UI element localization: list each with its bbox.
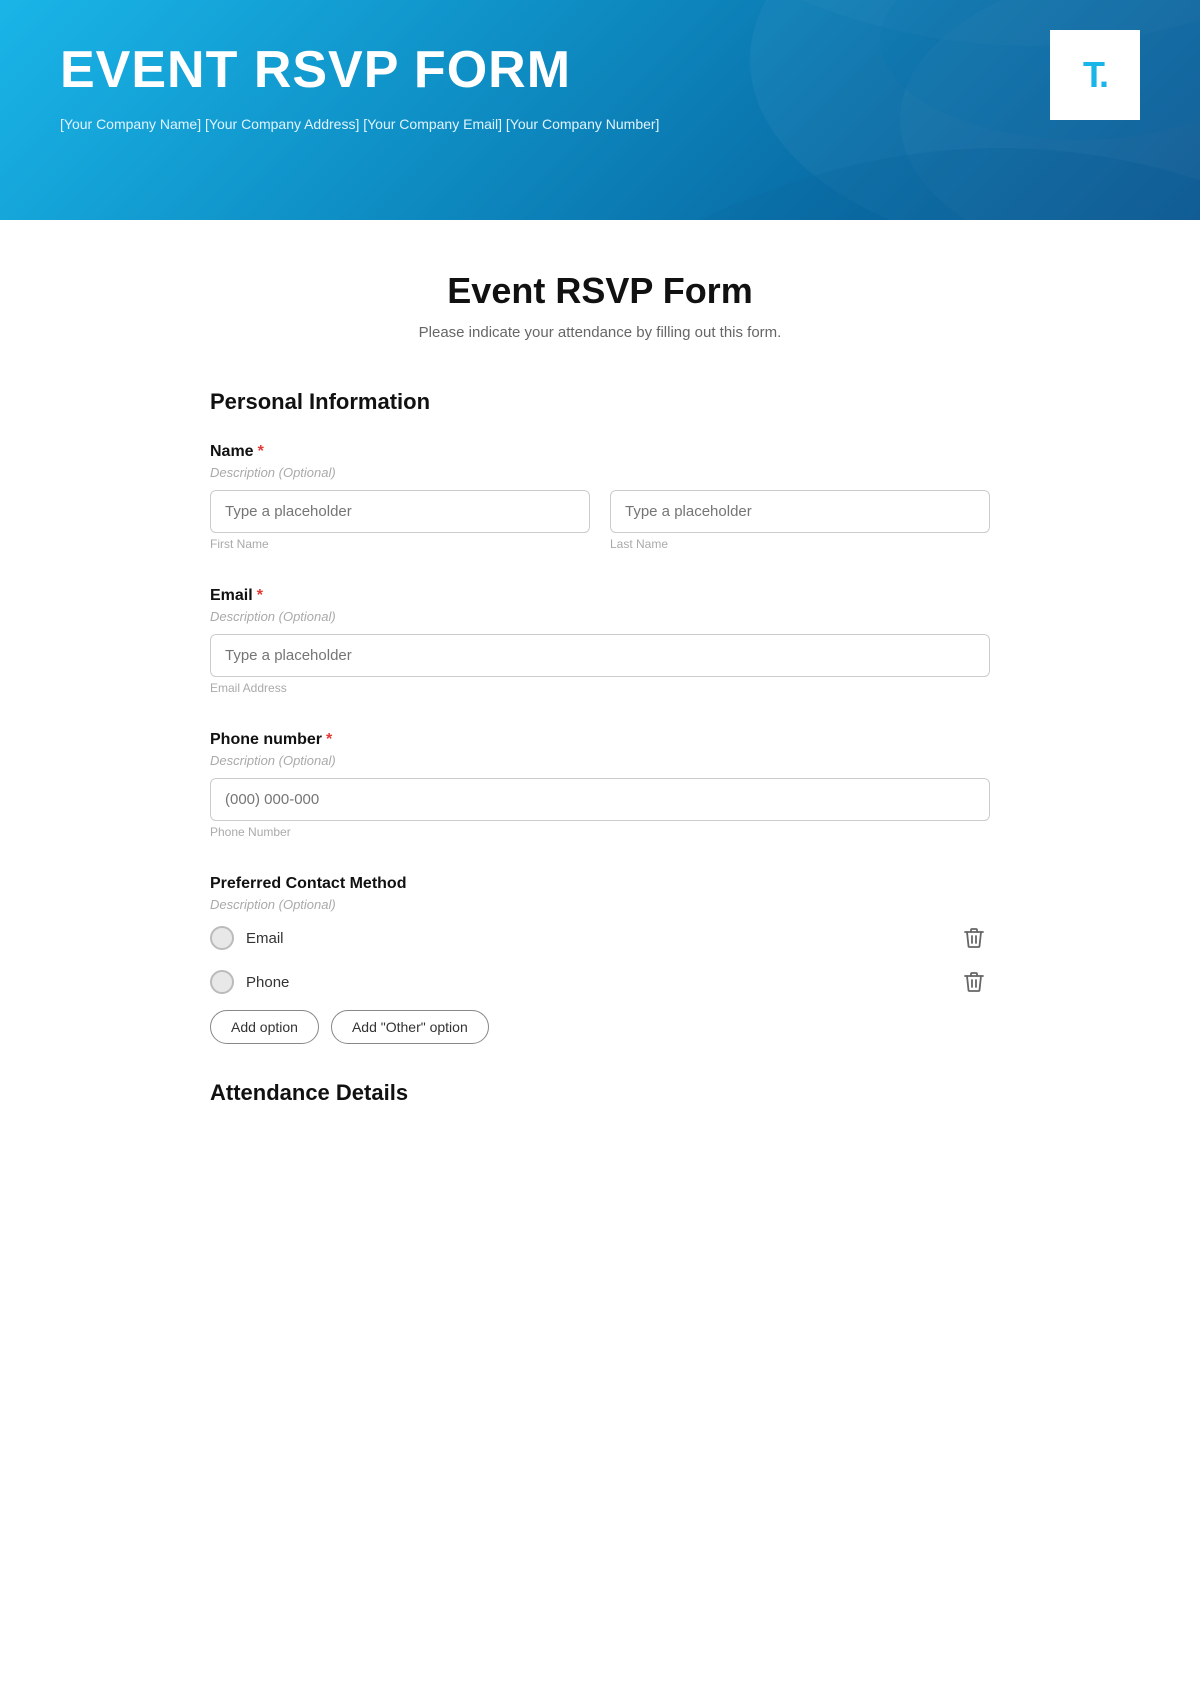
field-phone-description: Description (Optional) [210,753,990,768]
add-option-button[interactable]: Add option [210,1010,319,1044]
phone-hint: Phone Number [210,825,990,839]
field-contact-label: Preferred Contact Method [210,875,990,893]
radio-circle-phone[interactable] [210,970,234,994]
header: EVENT RSVP FORM [Your Company Name] [You… [0,0,1200,220]
phone-input[interactable] [210,778,990,821]
email-hint: Email Address [210,681,990,695]
section-attendance: Attendance Details [210,1080,990,1106]
field-name-description: Description (Optional) [210,465,990,480]
last-name-hint: Last Name [610,537,990,551]
radio-option-email: Email [210,922,990,954]
email-field-row: Email Address [210,634,990,695]
delete-phone-option-button[interactable] [958,966,990,998]
field-email-description: Description (Optional) [210,609,990,624]
header-title: EVENT RSVP FORM [60,40,1140,100]
add-option-row: Add option Add "Other" option [210,1010,990,1044]
delete-email-option-button[interactable] [958,922,990,954]
last-name-col: Last Name [610,490,990,551]
radio-left-email: Email [210,926,284,950]
radio-left-phone: Phone [210,970,289,994]
radio-circle-email[interactable] [210,926,234,950]
section-attendance-title: Attendance Details [210,1080,990,1106]
phone-col: Phone Number [210,778,990,839]
main-content: Event RSVP Form Please indicate your att… [150,220,1050,1214]
required-star-name: * [258,443,264,461]
field-email: Email * Description (Optional) Email Add… [210,587,990,695]
email-input[interactable] [210,634,990,677]
field-name: Name * Description (Optional) First Name… [210,443,990,551]
form-title: Event RSVP Form [210,270,990,312]
field-contact-method: Preferred Contact Method Description (Op… [210,875,990,1044]
header-logo-text: T. [1083,54,1107,96]
radio-option-phone: Phone [210,966,990,998]
email-col: Email Address [210,634,990,695]
field-phone-label: Phone number * [210,731,990,749]
first-name-input[interactable] [210,490,590,533]
name-field-row: First Name Last Name [210,490,990,551]
header-wave [0,0,1200,220]
form-subtitle: Please indicate your attendance by filli… [210,324,990,341]
field-name-label: Name * [210,443,990,461]
field-email-label: Email * [210,587,990,605]
phone-field-row: Phone Number [210,778,990,839]
field-phone: Phone number * Description (Optional) Ph… [210,731,990,839]
field-contact-description: Description (Optional) [210,897,990,912]
section-personal-title: Personal Information [210,389,990,415]
radio-label-phone: Phone [246,974,289,991]
last-name-input[interactable] [610,490,990,533]
radio-label-email: Email [246,930,284,947]
add-other-option-button[interactable]: Add "Other" option [331,1010,489,1044]
header-logo: T. [1050,30,1140,120]
required-star-email: * [257,587,263,605]
first-name-hint: First Name [210,537,590,551]
first-name-col: First Name [210,490,590,551]
header-subtitle: [Your Company Name] [Your Company Addres… [60,116,1140,132]
required-star-phone: * [326,731,332,749]
